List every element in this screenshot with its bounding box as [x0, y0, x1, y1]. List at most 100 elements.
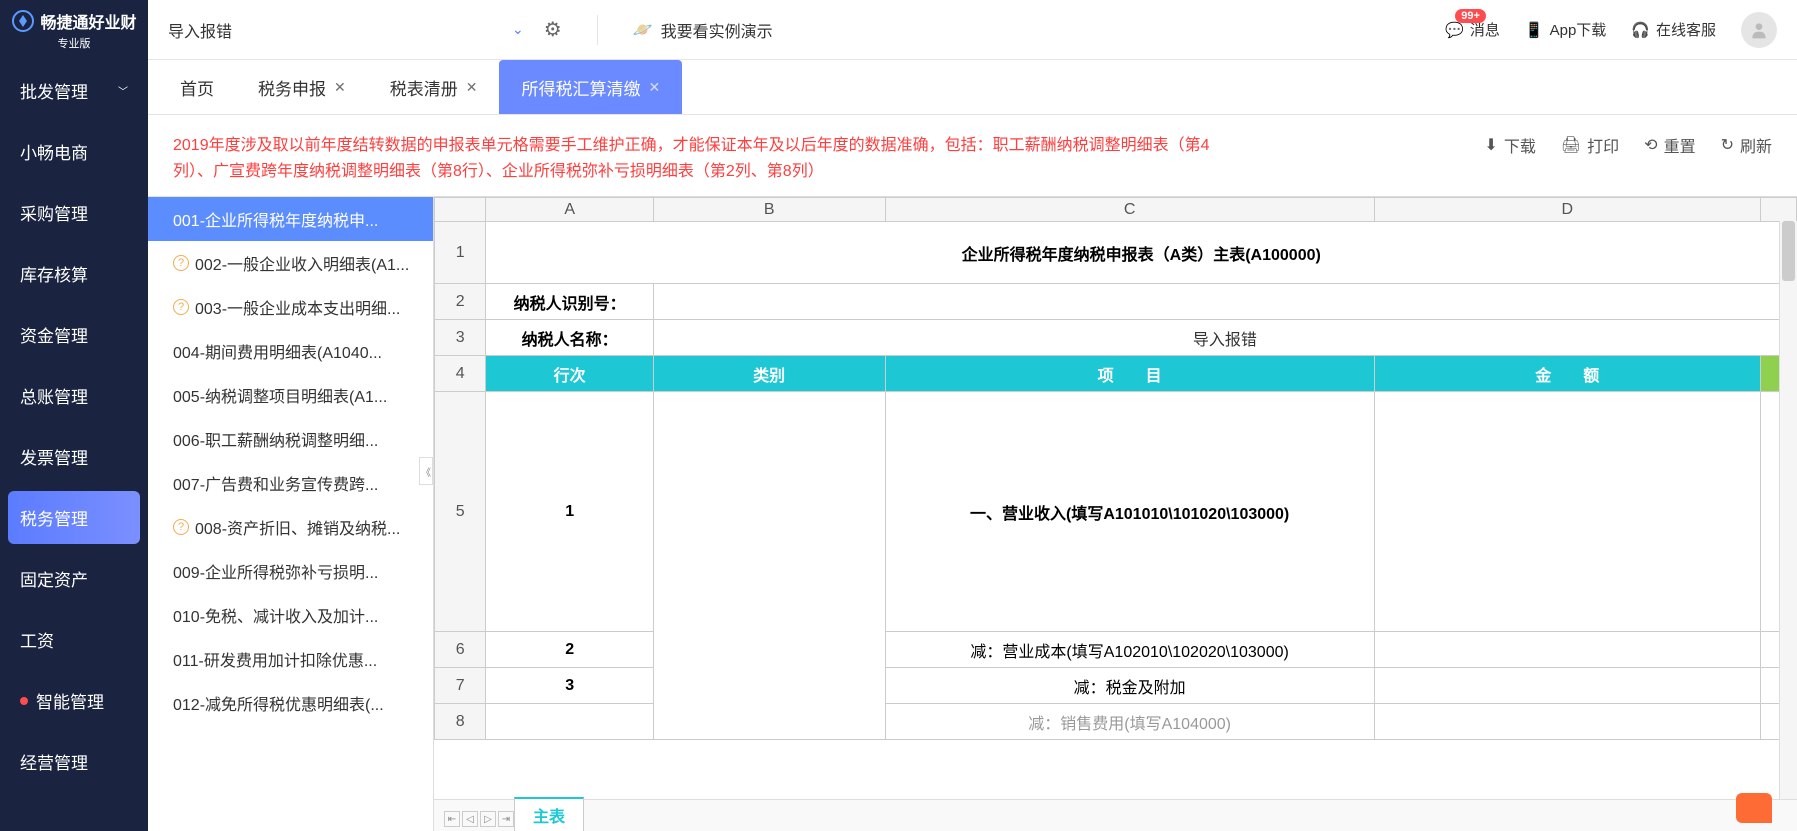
collapse-tree-button[interactable]: 《: [419, 457, 433, 485]
sidebar-item[interactable]: 智能管理: [0, 670, 148, 731]
support-label: 在线客服: [1656, 19, 1716, 40]
data-item[interactable]: 减：营业成本(填写A102010\102020\103000): [885, 632, 1374, 668]
col-head-c[interactable]: C: [885, 198, 1374, 222]
tab[interactable]: 首页: [158, 60, 236, 114]
chat-bubble-icon[interactable]: [1736, 793, 1772, 823]
data-amount[interactable]: [1374, 392, 1760, 632]
data-rownum[interactable]: 3: [486, 668, 653, 704]
taxpayer-id-label[interactable]: 纳税人识别号：: [486, 284, 653, 320]
tabs-bar: 首页税务申报✕税表清册✕所得税汇算清缴✕: [148, 60, 1797, 115]
sidebar-item[interactable]: 固定资产: [0, 548, 148, 609]
tree-item[interactable]: 005-纳税调整项目明细表(A1...: [148, 373, 433, 417]
brand-name: 畅捷通好业财: [40, 9, 136, 33]
close-icon[interactable]: ✕: [648, 79, 660, 96]
tree-item[interactable]: ?002-一般企业收入明细表(A1...: [148, 241, 433, 285]
data-rownum[interactable]: [486, 704, 653, 740]
col-item[interactable]: 项 目: [885, 356, 1374, 392]
tree-item[interactable]: 001-企业所得税年度纳税申...: [148, 197, 433, 241]
vertical-scrollbar[interactable]: [1779, 221, 1797, 799]
data-item[interactable]: 减：销售费用(填写A104000): [885, 704, 1374, 740]
tree-item[interactable]: 012-减免所得税优惠明细表(...: [148, 681, 433, 725]
sheet-nav-last[interactable]: ⇥: [498, 811, 514, 827]
row-head[interactable]: 6: [435, 632, 486, 668]
tree-label: 007-广告费和业务宣传费跨...: [173, 471, 378, 495]
col-head-e[interactable]: [1760, 198, 1796, 222]
col-head-d[interactable]: D: [1374, 198, 1760, 222]
close-icon[interactable]: ✕: [466, 79, 478, 96]
sidebar-item[interactable]: 库存核算: [0, 243, 148, 304]
planet-icon: 🪐: [633, 20, 653, 40]
row-head[interactable]: 8: [435, 704, 486, 740]
sheet-tab[interactable]: 主表: [514, 797, 584, 831]
tree-label: 012-减免所得税优惠明细表(...: [173, 691, 384, 715]
close-icon[interactable]: ✕: [334, 79, 346, 96]
print-button[interactable]: 🖨打印: [1561, 133, 1619, 157]
col-rownum[interactable]: 行次: [486, 356, 653, 392]
sidebar-item[interactable]: 发票管理: [0, 426, 148, 487]
reset-button[interactable]: ⟲重置: [1644, 133, 1695, 157]
support-button[interactable]: 🎧 在线客服: [1631, 19, 1716, 40]
tree-item[interactable]: 007-广告费和业务宣传费跨...: [148, 461, 433, 505]
edition-label: 专业版: [58, 35, 91, 51]
tab[interactable]: 税表清册✕: [368, 60, 500, 114]
avatar[interactable]: [1741, 12, 1777, 48]
sidebar-item[interactable]: 税务管理: [8, 491, 140, 544]
row-head[interactable]: 3: [435, 320, 486, 356]
sheet-tabs-bar: ⇤ ◁ ▷ ⇥ 主表: [434, 799, 1797, 831]
row-head[interactable]: 2: [435, 284, 486, 320]
sheet-corner[interactable]: [435, 198, 486, 222]
col-category[interactable]: 类别: [653, 356, 885, 392]
data-item[interactable]: 一、营业收入(填写A101010\101020\103000): [885, 392, 1374, 632]
row-head[interactable]: 4: [435, 356, 486, 392]
download-button[interactable]: ⬇下载: [1484, 133, 1535, 157]
sidebar-item[interactable]: 经营管理: [0, 731, 148, 792]
tree-item[interactable]: 011-研发费用加计扣除优惠...: [148, 637, 433, 681]
data-amount[interactable]: [1374, 704, 1760, 740]
row-head[interactable]: 5: [435, 392, 486, 632]
data-amount[interactable]: [1374, 632, 1760, 668]
tree-label: 006-职工薪酬纳税调整明细...: [173, 427, 378, 451]
taxpayer-name-label[interactable]: 纳税人名称：: [486, 320, 653, 356]
col-head-b[interactable]: B: [653, 198, 885, 222]
sidebar-item[interactable]: 批发管理﹀: [0, 60, 148, 121]
sidebar-item[interactable]: 工资: [0, 609, 148, 670]
sidebar-item[interactable]: 小畅电商: [0, 121, 148, 182]
col-amount[interactable]: 金 额: [1374, 356, 1760, 392]
tab[interactable]: 所得税汇算清缴✕: [499, 60, 682, 114]
data-amount[interactable]: [1374, 668, 1760, 704]
sheet-nav-prev[interactable]: ◁: [462, 811, 478, 827]
tree-item[interactable]: 006-职工薪酬纳税调整明细...: [148, 417, 433, 461]
category-cell[interactable]: [653, 392, 885, 740]
phone-icon: 📱: [1525, 21, 1544, 39]
tree-item[interactable]: 010-免税、减计收入及加计...: [148, 593, 433, 637]
company-dropdown[interactable]: 导入报错 ⌄: [168, 18, 524, 42]
demo-link[interactable]: 🪐 我要看实例演示: [633, 18, 773, 42]
data-rownum[interactable]: 2: [486, 632, 653, 668]
sidebar-item[interactable]: 资金管理: [0, 304, 148, 365]
scrollbar-thumb[interactable]: [1782, 221, 1795, 281]
sidebar-item[interactable]: 总账管理: [0, 365, 148, 426]
messages-button[interactable]: 99+ 💬 消息: [1445, 19, 1500, 40]
chevron-down-icon: ⌄: [512, 21, 524, 38]
col-head-a[interactable]: A: [486, 198, 653, 222]
tree-item[interactable]: ?008-资产折旧、摊销及纳税...: [148, 505, 433, 549]
taxpayer-id-value[interactable]: [653, 284, 1796, 320]
sidebar-label: 总账管理: [20, 383, 88, 408]
row-head[interactable]: 7: [435, 668, 486, 704]
tree-item[interactable]: 004-期间费用明细表(A1040...: [148, 329, 433, 373]
data-item[interactable]: 减：税金及附加: [885, 668, 1374, 704]
sheet-nav-next[interactable]: ▷: [480, 811, 496, 827]
sidebar-item[interactable]: 采购管理: [0, 182, 148, 243]
data-rownum[interactable]: 1: [486, 392, 653, 632]
separator: [597, 15, 598, 45]
refresh-button[interactable]: ↻刷新: [1721, 133, 1772, 157]
tab[interactable]: 税务申报✕: [236, 60, 368, 114]
gear-icon[interactable]: ⚙: [544, 17, 562, 42]
row-head[interactable]: 1: [435, 222, 486, 284]
taxpayer-name-value[interactable]: 导入报错: [653, 320, 1796, 356]
tree-item[interactable]: 009-企业所得税弥补亏损明...: [148, 549, 433, 593]
tree-item[interactable]: ?003-一般企业成本支出明细...: [148, 285, 433, 329]
sheet-title[interactable]: 企业所得税年度纳税申报表（A类）主表(A100000): [486, 222, 1797, 284]
sheet-nav-first[interactable]: ⇤: [444, 811, 460, 827]
app-download-button[interactable]: 📱 App下载: [1525, 19, 1606, 40]
